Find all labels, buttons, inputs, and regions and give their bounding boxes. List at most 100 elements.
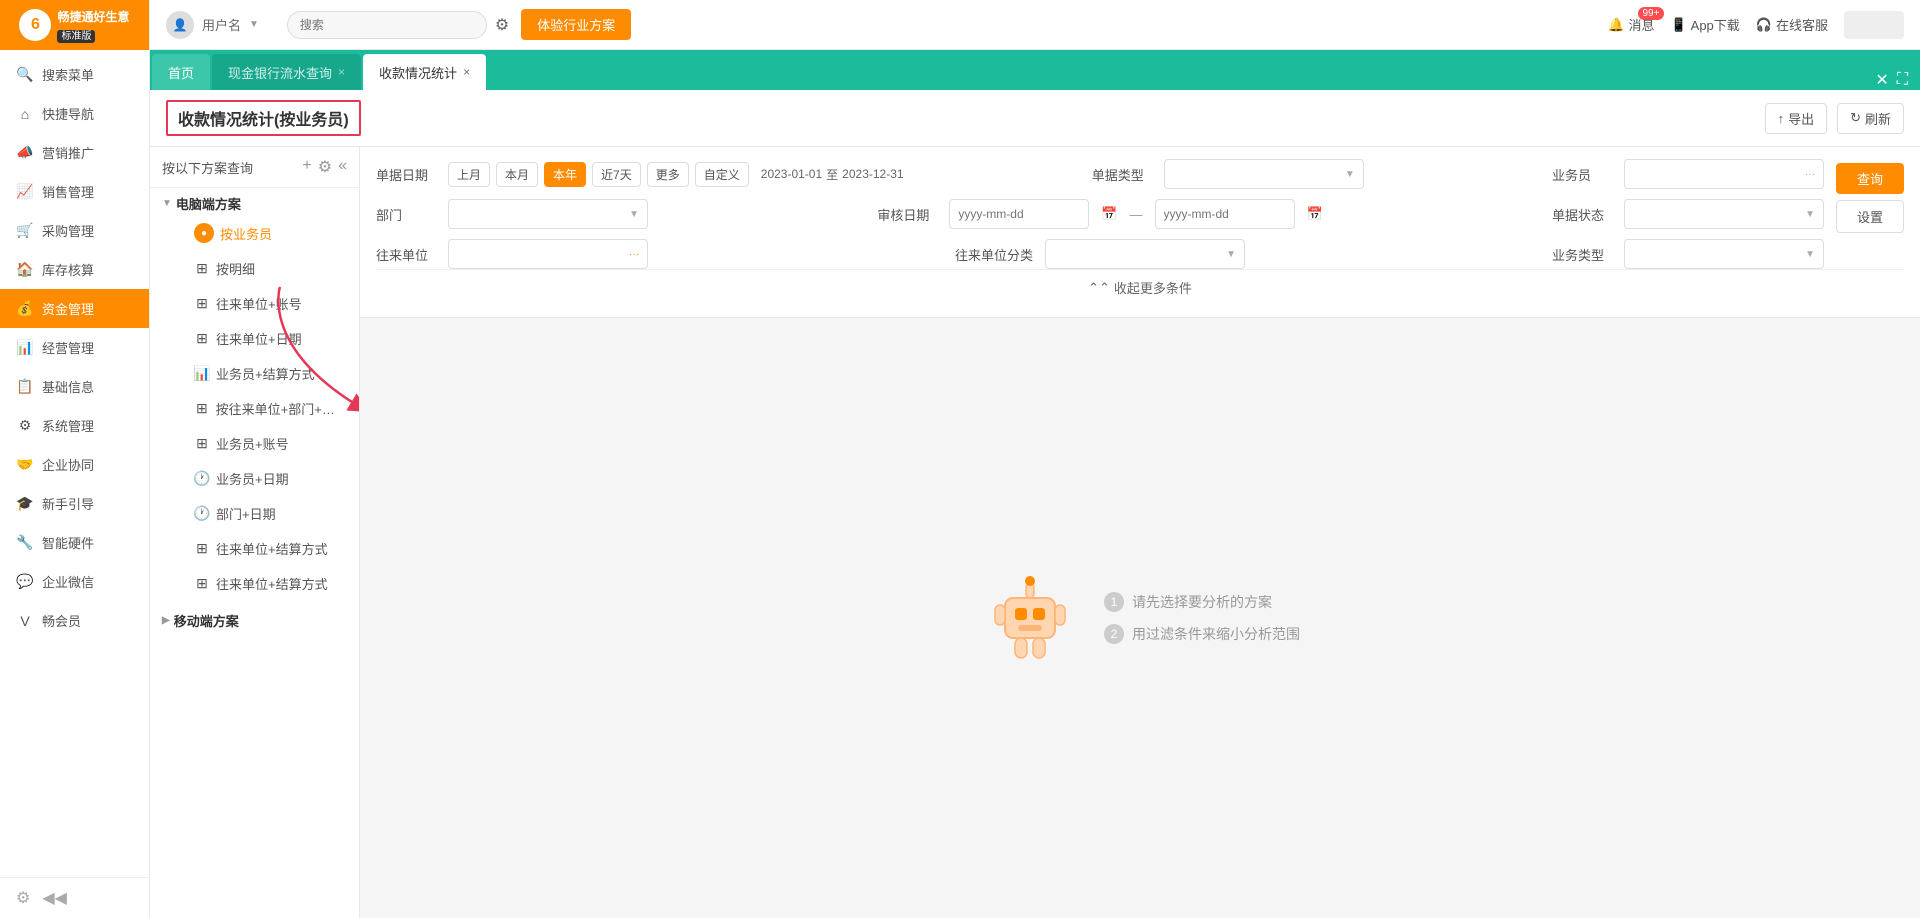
salesperson-label: 业务员	[1552, 165, 1612, 184]
review-date-to[interactable]	[1155, 199, 1295, 229]
date-dash: —	[1130, 207, 1143, 222]
doc-type-select[interactable]: ▼	[1164, 159, 1364, 189]
scheme-settings-btn[interactable]: ⚙	[318, 157, 332, 177]
tab-home[interactable]: 首页	[152, 54, 210, 90]
partner-category-select[interactable]: ▼	[1045, 239, 1245, 269]
sidebar-item-operations[interactable]: 📊 经营管理	[0, 328, 149, 367]
review-date-from[interactable]	[949, 199, 1089, 229]
sidebar-item-purchase[interactable]: 🛒 采购管理	[0, 211, 149, 250]
sidebar-item-inventory[interactable]: 🏠 库存核算	[0, 250, 149, 289]
enterprise-icon: 🤝	[16, 456, 34, 474]
purchase-icon: 🛒	[16, 222, 34, 240]
partner-more-btn[interactable]: ···	[629, 249, 639, 260]
tab-receipt-stats[interactable]: 收款情况统计 ×	[363, 54, 486, 90]
add-scheme-btn[interactable]: +	[302, 157, 311, 177]
date-btn-more[interactable]: 更多	[647, 162, 689, 187]
panel-title: 按以下方案查询	[162, 158, 296, 177]
sidebar-nav: 🔍 搜索菜单 ⌂ 快捷导航 📣 营销推广 📈 销售管理 🛒 采购管理 🏠 库存核…	[0, 50, 149, 877]
partner-category-chevron: ▼	[1226, 249, 1236, 260]
tree-item-salesperson-account[interactable]: ⊞ 业务员+账号	[178, 426, 359, 461]
biz-type-select[interactable]: ▼	[1624, 239, 1824, 269]
date-btn-7days[interactable]: 近7天	[592, 162, 641, 187]
sidebar-item-member[interactable]: V 畅会员	[0, 601, 149, 640]
grid-icon-2: ⊞	[194, 296, 210, 312]
tree-section-desktop[interactable]: ▼ 电脑端方案	[150, 188, 359, 215]
calendar-icon-1[interactable]: 📅	[1101, 206, 1117, 222]
robot-illustration	[980, 568, 1080, 668]
messages-btn[interactable]: 🔔 消息 99+	[1608, 15, 1654, 34]
sidebar-item-quicknav[interactable]: ⌂ 快捷导航	[0, 94, 149, 133]
collapse-panel-btn[interactable]: «	[338, 157, 347, 177]
tab-bank-flow-close[interactable]: ×	[338, 65, 345, 79]
user-avatar: 👤	[166, 11, 194, 39]
setting-btn[interactable]: 设置	[1836, 200, 1904, 233]
calendar-icon-2[interactable]: 📅	[1307, 206, 1323, 222]
query-btn[interactable]: 查询	[1836, 163, 1904, 194]
tree-item-salesperson-settlement[interactable]: 📊 业务员+结算方式	[178, 356, 359, 391]
sidebar-item-enterprise[interactable]: 🤝 企业协同	[0, 445, 149, 484]
topbar-search-input[interactable]	[287, 11, 487, 39]
fullscreen-icon[interactable]: ⛶	[1897, 71, 1908, 89]
partner-select[interactable]: ···	[448, 239, 648, 269]
tree-item-partner-settlement-2[interactable]: ⊞ 往来单位+结算方式	[178, 566, 359, 601]
partner-category-label: 往来单位分类	[955, 245, 1033, 264]
user-dropdown-arrow[interactable]: ▼	[249, 19, 259, 30]
tab-bank-flow[interactable]: 现金银行流水查询 ×	[212, 54, 361, 90]
tree-item-by-salesperson[interactable]: ● 按业务员	[178, 215, 359, 251]
date-btn-this-month[interactable]: 本月	[496, 162, 538, 187]
online-service-btn[interactable]: 🎧 在线客服	[1756, 15, 1828, 34]
refresh-btn[interactable]: ↻ 刷新	[1837, 103, 1904, 134]
biz-type-label: 业务类型	[1552, 245, 1612, 264]
tree-desktop-items: ● 按业务员 ⊞ 按明细 ⊞ 往来单位+账号 ⊞ 往来单位+日期 📊	[150, 215, 359, 601]
grid-icon-7: ⊞	[194, 576, 210, 592]
topbar-left: 👤 用户名 ▼ ⚙	[166, 11, 509, 39]
app-download-btn[interactable]: 📱 App下载	[1670, 15, 1739, 34]
salesperson-select[interactable]: ···	[1624, 159, 1824, 189]
tree-item-partner-dept[interactable]: ⊞ 按往来单位+部门+收...	[178, 391, 359, 426]
settings-footer-icon[interactable]: ⚙	[16, 888, 30, 908]
system-icon: ⚙	[16, 417, 34, 435]
date-btn-custom[interactable]: 自定义	[695, 162, 749, 187]
hint-item-1: 1 请先选择要分析的方案	[1104, 592, 1272, 612]
right-panel: 单据日期 上月 本月 本年 近7天 更多 自定义 2023-01-01	[360, 147, 1920, 918]
topbar-gear-btn[interactable]: ⚙	[495, 15, 509, 35]
tree-section-label: 电脑端方案	[176, 194, 241, 213]
date-buttons: 上月 本月 本年 近7天 更多 自定义	[448, 162, 749, 187]
tree-section-mobile[interactable]: ▶ 移动端方案	[150, 605, 359, 632]
tree-item-partner-date[interactable]: ⊞ 往来单位+日期	[178, 321, 359, 356]
tree-section-mobile-arrow: ▶	[162, 615, 170, 626]
date-btn-this-year[interactable]: 本年	[544, 162, 586, 187]
sidebar-item-sales[interactable]: 📈 销售管理	[0, 172, 149, 211]
page-title-box: 收款情况统计(按业务员)	[166, 100, 361, 136]
date-btn-last-month[interactable]: 上月	[448, 162, 490, 187]
query-buttons: 查询 设置	[1836, 163, 1904, 233]
sidebar-item-system[interactable]: ⚙ 系统管理	[0, 406, 149, 445]
sidebar-item-guide[interactable]: 🎓 新手引导	[0, 484, 149, 523]
doc-type-label: 单据类型	[1092, 165, 1152, 184]
sidebar-item-marketing[interactable]: 📣 营销推广	[0, 133, 149, 172]
export-btn[interactable]: ↑ 导出	[1765, 103, 1828, 134]
page-title: 收款情况统计(按业务员)	[178, 112, 349, 129]
guide-icon: 🎓	[16, 495, 34, 513]
sidebar-item-basic[interactable]: 📋 基础信息	[0, 367, 149, 406]
sidebar-item-search[interactable]: 🔍 搜索菜单	[0, 55, 149, 94]
export-icon: ↑	[1778, 111, 1785, 126]
dept-select[interactable]: ▼	[448, 199, 648, 229]
tree-item-detail[interactable]: ⊞ 按明细	[178, 251, 359, 286]
tree-item-partner-settlement-1[interactable]: ⊞ 往来单位+结算方式	[178, 531, 359, 566]
collapse-filters-btn[interactable]: ⌃⌃ 收起更多条件	[376, 269, 1904, 305]
sidebar-item-finance[interactable]: 💰 资金管理	[0, 289, 149, 328]
sidebar-item-hardware[interactable]: 🔧 智能硬件	[0, 523, 149, 562]
tree-item-dept-date[interactable]: 🕐 部门+日期	[178, 496, 359, 531]
empty-state-container: 1 请先选择要分析的方案 2 用过滤条件来缩小分析范围	[980, 568, 1300, 668]
marketing-icon: 📣	[16, 144, 34, 162]
collapse-sidebar-icon[interactable]: ◀◀	[42, 888, 67, 908]
tree-item-salesperson-date[interactable]: 🕐 业务员+日期	[178, 461, 359, 496]
trial-btn[interactable]: 体验行业方案	[521, 9, 631, 40]
sidebar-item-wechat[interactable]: 💬 企业微信	[0, 562, 149, 601]
operations-icon: 📊	[16, 339, 34, 357]
doc-status-select[interactable]: ▼	[1624, 199, 1824, 229]
close-all-icon[interactable]: ✕	[1875, 70, 1888, 90]
tab-receipt-stats-close[interactable]: ×	[463, 65, 470, 79]
tree-item-partner-account[interactable]: ⊞ 往来单位+账号	[178, 286, 359, 321]
